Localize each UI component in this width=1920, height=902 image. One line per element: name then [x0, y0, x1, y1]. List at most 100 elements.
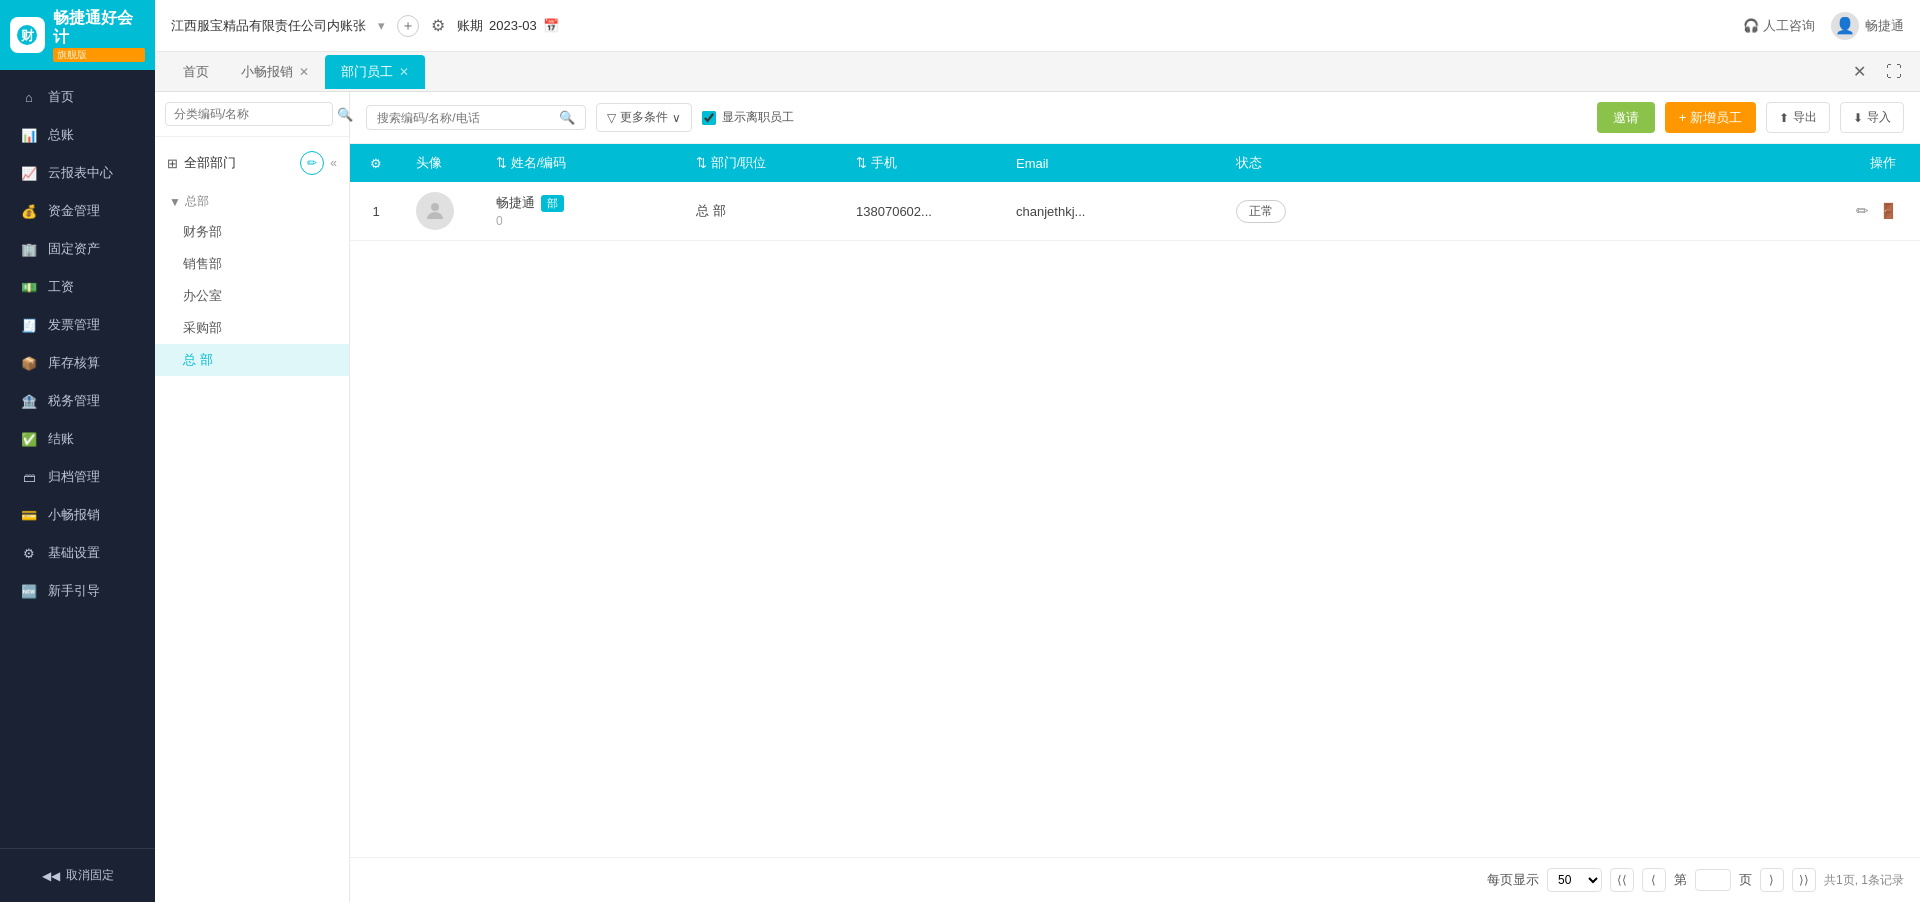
chevron-down-icon[interactable]: ▾: [378, 18, 385, 33]
company-name[interactable]: 江西服宝精品有限责任公司内账张: [171, 17, 366, 35]
tab-expense[interactable]: 小畅报销 ✕: [225, 55, 325, 89]
sidebar-item-ledger[interactable]: 📊 总账: [0, 116, 155, 154]
sidebar-label-guide: 新手引导: [48, 582, 100, 600]
edit-employee-button[interactable]: ✏: [1856, 202, 1869, 219]
next-page-button[interactable]: ⟩: [1760, 868, 1784, 892]
sidebar-item-home[interactable]: ⌂ 首页: [0, 78, 155, 116]
sidebar-item-fixed-assets[interactable]: 🏢 固定资产: [0, 230, 155, 268]
import-label: 导入: [1867, 109, 1891, 126]
search-box: 🔍: [366, 105, 586, 130]
expense-icon: 💳: [20, 506, 38, 524]
content-area: 🔍 ⊞ 全部部门 ✏ « ▼ 总部 财务部 销售部: [155, 92, 1920, 902]
add-account-button[interactable]: ＋: [397, 15, 419, 37]
logo: 财 畅捷通好会计 旗舰版: [0, 0, 155, 70]
sidebar-item-settlement[interactable]: ✅ 结账: [0, 420, 155, 458]
right-panel: 🔍 ▽ 更多条件 ∨ 显示离职员工 邀请 + 新增员工 ⬆ 导出: [350, 92, 1920, 902]
filter-icon: ▽: [607, 111, 616, 125]
tax-icon: 🏦: [20, 392, 38, 410]
guide-icon: 🆕: [20, 582, 38, 600]
dept-edit-button[interactable]: ✏: [300, 151, 324, 175]
sidebar-item-tax[interactable]: 🏦 税务管理: [0, 382, 155, 420]
salary-icon: 💵: [20, 278, 38, 296]
sidebar-item-guide[interactable]: 🆕 新手引导: [0, 572, 155, 610]
logo-icon: 财: [10, 17, 45, 53]
settings-icon: ⚙: [20, 544, 38, 562]
sidebar-label-settlement: 结账: [48, 430, 74, 448]
page-input[interactable]: 1: [1695, 869, 1731, 891]
dept-purchase-label: 采购部: [183, 320, 222, 335]
show-resigned-toggle[interactable]: 显示离职员工: [702, 109, 794, 126]
calendar-icon[interactable]: 📅: [543, 18, 559, 33]
assets-icon: 🏢: [20, 240, 38, 258]
period-label: 账期: [457, 17, 483, 35]
sidebar-label-home: 首页: [48, 88, 74, 106]
settings-gear-icon[interactable]: ⚙: [431, 16, 445, 35]
close-tab-button[interactable]: ✕: [1847, 60, 1872, 83]
sidebar-item-inventory[interactable]: 📦 库存核算: [0, 344, 155, 382]
last-page-button[interactable]: ⟩⟩: [1792, 868, 1816, 892]
sidebar-item-reports[interactable]: 📈 云报表中心: [0, 154, 155, 192]
tab-dept-emp[interactable]: 部门员工 ✕: [325, 55, 425, 89]
tab-dept-emp-close[interactable]: ✕: [399, 65, 409, 79]
dept-search-input[interactable]: [165, 102, 333, 126]
ledger-icon: 📊: [20, 126, 38, 144]
expand-tab-button[interactable]: ⛶: [1880, 60, 1908, 83]
cancel-pin-label: 取消固定: [66, 867, 114, 884]
avatar: [416, 192, 454, 230]
export-button[interactable]: ⬆ 导出: [1766, 102, 1830, 133]
service-label: 人工咨询: [1763, 17, 1815, 35]
table-container: ⚙ 头像 ⇅ 姓名/编码 ⇅ 部门/职位 ⇅: [350, 144, 1920, 857]
prev-page-button[interactable]: ⟨: [1642, 868, 1666, 892]
sidebar-item-funds[interactable]: 💰 资金管理: [0, 192, 155, 230]
col-settings[interactable]: ⚙: [350, 144, 402, 182]
dept-item-sales[interactable]: 销售部: [155, 248, 349, 280]
logout-employee-button[interactable]: 🚪: [1879, 202, 1898, 219]
employee-badge: 部: [541, 195, 564, 212]
row-name: 畅捷通 部 0: [482, 182, 682, 241]
home-icon: ⌂: [20, 88, 38, 106]
sidebar-label-inventory: 库存核算: [48, 354, 100, 372]
wallet-icon: 💰: [20, 202, 38, 220]
cancel-pin-button[interactable]: ◀◀ 取消固定: [0, 859, 155, 892]
tab-home[interactable]: 首页: [167, 55, 225, 89]
archive-icon: 🗃: [20, 468, 38, 486]
logo-text: 畅捷通好会计 旗舰版: [53, 8, 145, 62]
col-phone[interactable]: ⇅ 手机: [842, 144, 1002, 182]
first-page-button[interactable]: ⟨⟨: [1610, 868, 1634, 892]
search-icon[interactable]: 🔍: [559, 110, 575, 125]
dept-tree: ▼ 总部 财务部 销售部 办公室 采购部 总 部: [155, 183, 349, 380]
sidebar-item-settings[interactable]: ⚙ 基础设置: [0, 534, 155, 572]
search-input[interactable]: [377, 111, 553, 125]
col-dept[interactable]: ⇅ 部门/职位: [682, 144, 842, 182]
toolbar: 🔍 ▽ 更多条件 ∨ 显示离职员工 邀请 + 新增员工 ⬆ 导出: [350, 92, 1920, 144]
employee-table: ⚙ 头像 ⇅ 姓名/编码 ⇅ 部门/职位 ⇅: [350, 144, 1920, 241]
show-resigned-checkbox[interactable]: [702, 111, 716, 125]
sidebar-label-settings: 基础设置: [48, 544, 100, 562]
filter-button[interactable]: ▽ 更多条件 ∨: [596, 103, 692, 132]
dept-all-button[interactable]: ⊞ 全部部门 ✏ «: [155, 143, 349, 183]
sidebar-item-archive[interactable]: 🗃 归档管理: [0, 458, 155, 496]
row-email: chanjethkj...: [1002, 182, 1222, 241]
sidebar-item-expense[interactable]: 💳 小畅报销: [0, 496, 155, 534]
sidebar-label-salary: 工资: [48, 278, 74, 296]
avatar: 👤: [1831, 12, 1859, 40]
page-size-select[interactable]: 10 20 50 100: [1547, 868, 1602, 892]
dept-item-general[interactable]: 总 部: [155, 344, 349, 376]
dept-all-label: 全部部门: [184, 154, 236, 172]
invite-button[interactable]: 邀请: [1597, 102, 1655, 133]
user-menu[interactable]: 👤 畅捷通: [1831, 12, 1904, 40]
dept-item-purchase[interactable]: 采购部: [155, 312, 349, 344]
sidebar-item-salary[interactable]: 💵 工资: [0, 268, 155, 306]
sidebar-label-invoice: 发票管理: [48, 316, 100, 334]
sidebar-item-invoice[interactable]: 🧾 发票管理: [0, 306, 155, 344]
import-button[interactable]: ⬇ 导入: [1840, 102, 1904, 133]
period-value[interactable]: 2023-03: [489, 18, 537, 33]
tab-expense-close[interactable]: ✕: [299, 65, 309, 79]
topbar: 江西服宝精品有限责任公司内账张 ▾ ＋ ⚙ 账期 2023-03 📅 🎧 人工咨…: [155, 0, 1920, 52]
dept-item-office[interactable]: 办公室: [155, 280, 349, 312]
dept-item-finance[interactable]: 财务部: [155, 216, 349, 248]
add-employee-button[interactable]: + 新增员工: [1665, 102, 1756, 133]
dept-collapse-button[interactable]: «: [330, 156, 337, 170]
col-name[interactable]: ⇅ 姓名/编码: [482, 144, 682, 182]
customer-service-button[interactable]: 🎧 人工咨询: [1743, 17, 1815, 35]
